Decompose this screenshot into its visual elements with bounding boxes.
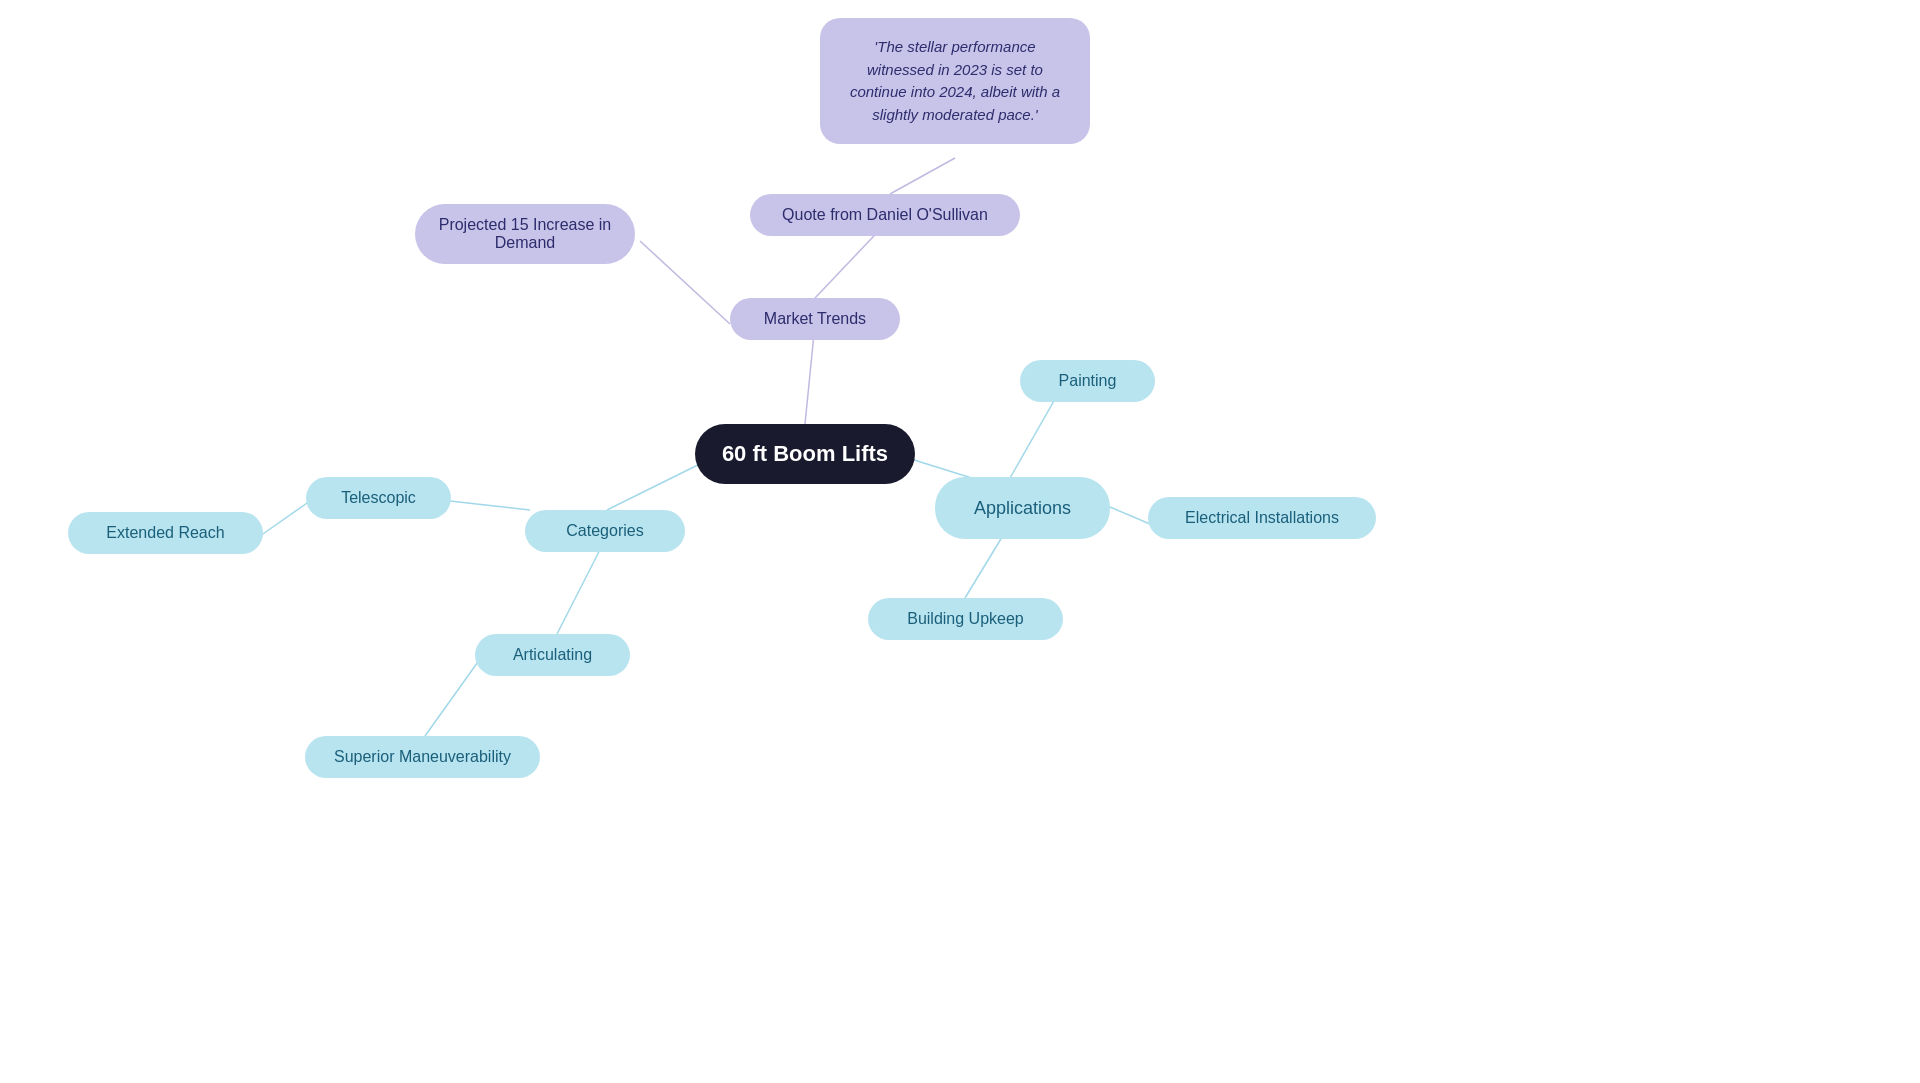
superior-maneuverability-node: Superior Maneuverability [305, 736, 540, 778]
quote-text-node: 'The stellar performance witnessed in 20… [820, 18, 1090, 144]
svg-line-6 [260, 501, 310, 536]
categories-node: Categories [525, 510, 685, 552]
electrical-installations-node: Electrical Installations [1148, 497, 1376, 539]
building-upkeep-node: Building Upkeep [868, 598, 1063, 640]
svg-line-5 [450, 501, 530, 510]
svg-line-11 [1110, 507, 1150, 524]
articulating-node: Articulating [475, 634, 630, 676]
projected-demand-node: Projected 15 Increase in Demand [415, 204, 635, 264]
svg-line-8 [425, 659, 480, 736]
extended-reach-node: Extended Reach [68, 512, 263, 554]
central-node: 60 ft Boom Lifts [695, 424, 915, 484]
svg-line-3 [890, 158, 955, 194]
svg-line-1 [640, 241, 730, 324]
quote-label-node: Quote from Daniel O'Sullivan [750, 194, 1020, 236]
applications-node: Applications [935, 477, 1110, 539]
market-trends-node: Market Trends [730, 298, 900, 340]
telescopic-node: Telescopic [306, 477, 451, 519]
painting-node: Painting [1020, 360, 1155, 402]
